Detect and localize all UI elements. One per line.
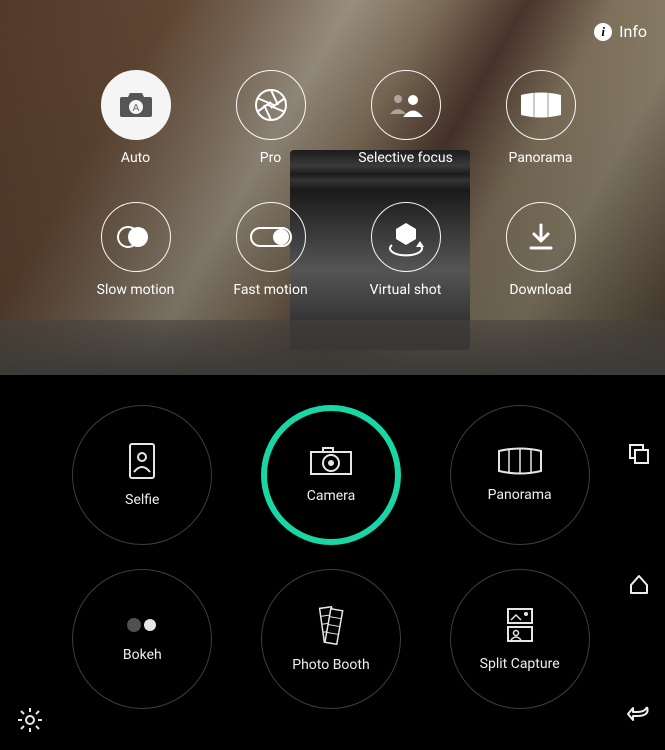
mode-panorama[interactable]: Panorama <box>473 70 608 166</box>
photo-booth-icon <box>314 605 348 645</box>
mode-label: Slow motion <box>97 282 175 298</box>
virtual-shot-icon <box>371 202 441 272</box>
mode-label: Selective focus <box>358 150 453 166</box>
home-icon <box>628 573 650 595</box>
nav-back-button[interactable] <box>627 703 651 723</box>
mode-label: Panorama <box>488 487 552 503</box>
recent-apps-icon <box>628 443 650 465</box>
mode-selfie[interactable]: Selfie <box>60 405 225 545</box>
top-mode-grid: A Auto Pro <box>68 70 608 298</box>
mode-label: Bokeh <box>123 647 162 663</box>
mode-label: Download <box>509 282 571 298</box>
info-button[interactable]: i Info <box>594 22 647 41</box>
mode-panorama-bottom[interactable]: Panorama <box>437 405 602 545</box>
selective-focus-icon <box>371 70 441 140</box>
panorama-icon <box>506 70 576 140</box>
top-camera-mode-panel: i Info A Auto <box>0 0 665 375</box>
panorama-icon <box>497 447 543 475</box>
nav-recent-button[interactable] <box>628 443 650 465</box>
download-icon <box>506 202 576 272</box>
nav-home-button[interactable] <box>628 573 650 595</box>
mode-label: Pro <box>260 150 281 166</box>
camera-auto-icon: A <box>101 70 171 140</box>
svg-text:A: A <box>132 103 139 114</box>
mode-selective-focus[interactable]: Selective focus <box>338 70 473 166</box>
mode-virtual-shot[interactable]: Virtual shot <box>338 202 473 298</box>
mode-slow-motion[interactable]: Slow motion <box>68 202 203 298</box>
system-nav-rail <box>619 443 659 723</box>
mode-label: Selfie <box>125 492 159 508</box>
mode-pro[interactable]: Pro <box>203 70 338 166</box>
info-label: Info <box>619 22 647 41</box>
settings-button[interactable] <box>16 706 44 734</box>
camera-icon <box>309 446 353 476</box>
mode-bokeh[interactable]: Bokeh <box>60 569 225 709</box>
mode-split-capture[interactable]: Split Capture <box>437 569 602 709</box>
mode-fast-motion[interactable]: Fast motion <box>203 202 338 298</box>
bottom-camera-mode-panel: Selfie Camera <box>0 375 665 750</box>
mode-label: Panorama <box>508 150 572 166</box>
aperture-icon <box>236 70 306 140</box>
mode-photo-booth[interactable]: Photo Booth <box>249 569 414 709</box>
mode-label: Fast motion <box>233 282 307 298</box>
mode-camera[interactable]: Camera <box>249 405 414 545</box>
mode-download[interactable]: Download <box>473 202 608 298</box>
gear-icon <box>16 706 44 734</box>
mode-auto[interactable]: A Auto <box>68 70 203 166</box>
bokeh-icon <box>122 615 162 635</box>
split-capture-icon <box>505 606 535 644</box>
mode-label: Photo Booth <box>292 657 369 673</box>
slow-motion-icon <box>101 202 171 272</box>
info-icon: i <box>594 23 612 41</box>
fast-motion-icon <box>236 202 306 272</box>
bottom-mode-grid: Selfie Camera <box>60 405 602 709</box>
mode-label: Camera <box>307 488 356 504</box>
mode-label: Virtual shot <box>370 282 442 298</box>
mode-label: Auto <box>121 150 150 166</box>
selfie-icon <box>127 442 157 480</box>
back-icon <box>627 703 651 723</box>
mode-label: Split Capture <box>480 656 560 672</box>
